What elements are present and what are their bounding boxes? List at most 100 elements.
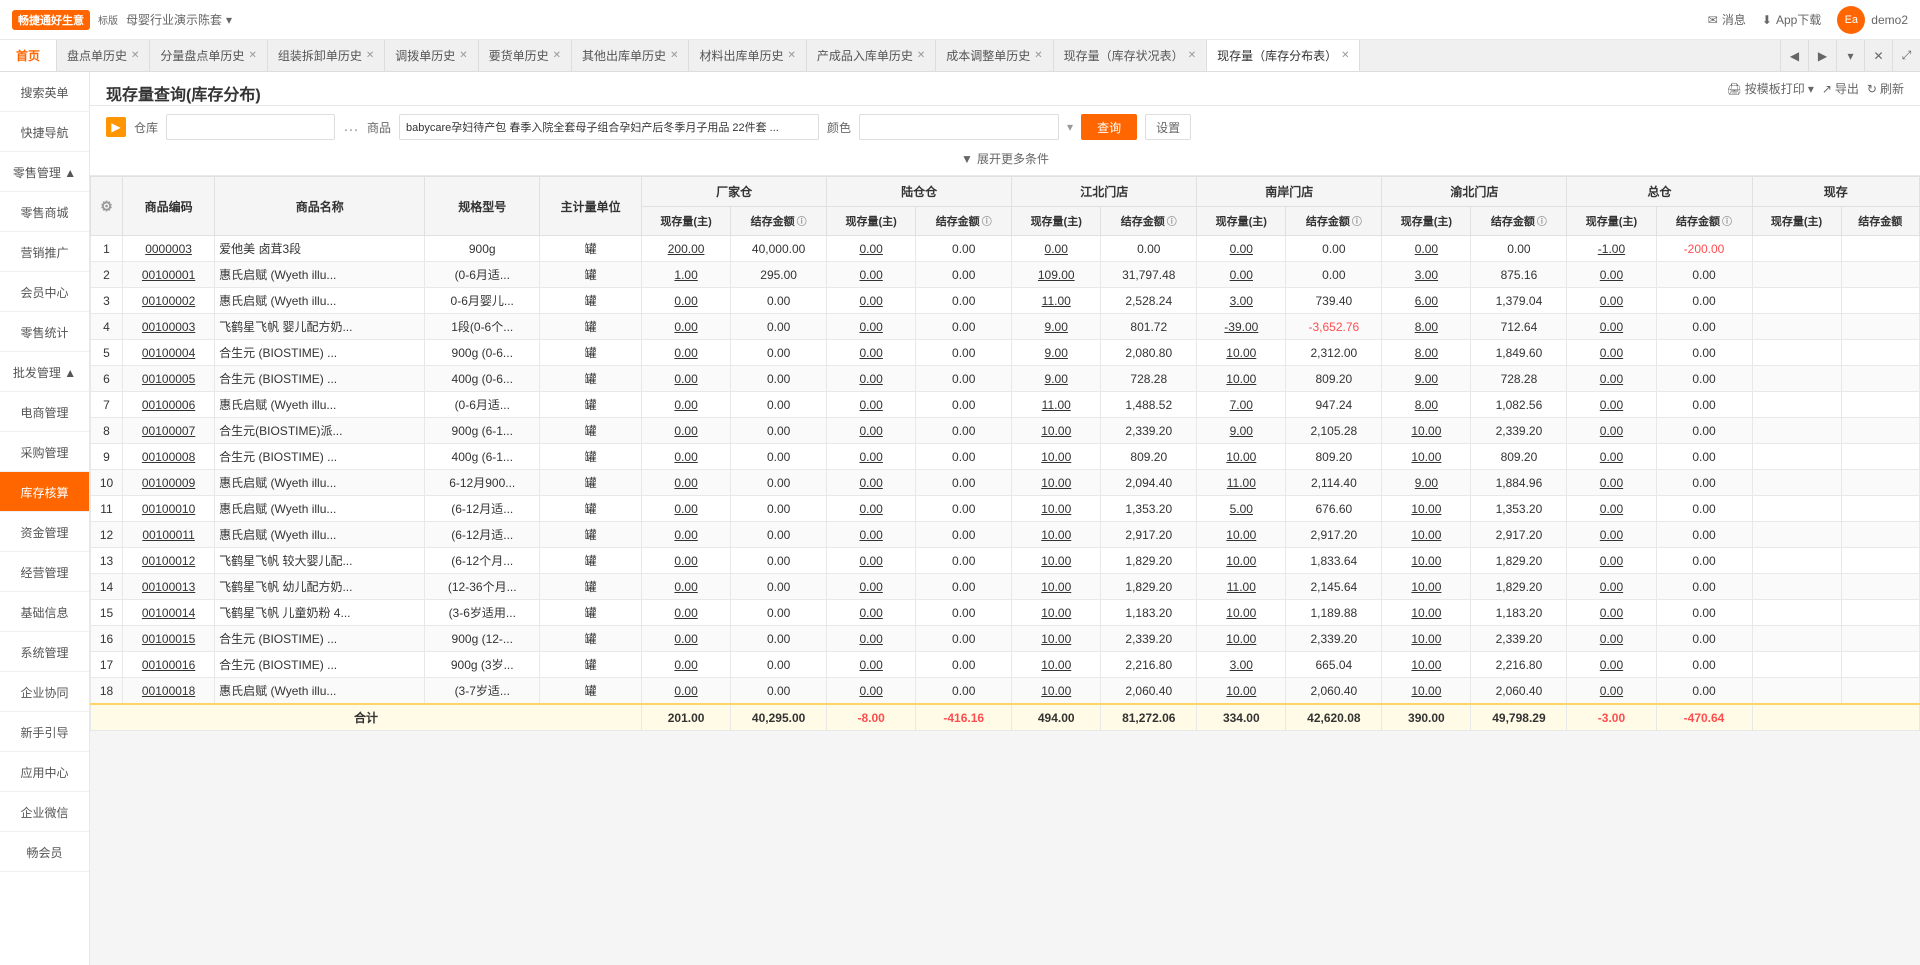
cell-code[interactable]: 00100011 [123, 522, 215, 548]
cell-total-qty[interactable]: 0.00 [1567, 288, 1656, 314]
cell-na-qty[interactable]: 10.00 [1197, 600, 1286, 626]
cell-code[interactable]: 00100008 [123, 444, 215, 470]
cell-land-qty[interactable]: 0.00 [827, 522, 916, 548]
cell-yb-qty[interactable]: 10.00 [1382, 678, 1471, 705]
filter-expand-button[interactable]: ▶ [106, 117, 126, 137]
cell-yb-qty[interactable]: 10.00 [1382, 548, 1471, 574]
cell-na-qty[interactable]: 0.00 [1197, 262, 1286, 288]
settings-button[interactable]: 设置 [1145, 114, 1191, 140]
cell-jb-qty[interactable]: 10.00 [1012, 470, 1101, 496]
tab-6[interactable]: 其他出库单历史 ✕ [572, 40, 689, 72]
cell-total-qty[interactable]: 0.00 [1567, 496, 1656, 522]
cell-yb-qty[interactable]: 10.00 [1382, 496, 1471, 522]
cell-land-qty[interactable]: 0.00 [827, 262, 916, 288]
cell-na-qty[interactable]: 10.00 [1197, 522, 1286, 548]
cell-total-qty[interactable]: 0.00 [1567, 392, 1656, 418]
cell-code[interactable]: 00100015 [123, 626, 215, 652]
sidebar-item-finance[interactable]: 资金管理 [0, 512, 89, 552]
cell-code[interactable]: 00100014 [123, 600, 215, 626]
tab-2[interactable]: 分量盘点单历史 ✕ [150, 40, 267, 72]
cell-jb-qty[interactable]: 10.00 [1012, 600, 1101, 626]
info-icon-4[interactable]: ⓘ [1352, 217, 1362, 228]
tab-prev-btn[interactable]: ◀ [1780, 40, 1808, 72]
cell-na-qty[interactable]: -39.00 [1197, 314, 1286, 340]
cell-total-qty[interactable]: 0.00 [1567, 418, 1656, 444]
cell-land-qty[interactable]: 0.00 [827, 548, 916, 574]
cell-fac-qty[interactable]: 0.00 [642, 288, 731, 314]
tab-8[interactable]: 产成品入库单历史 ✕ [807, 40, 936, 72]
tab-close-7[interactable]: ✕ [787, 50, 795, 61]
info-icon-5[interactable]: ⓘ [1537, 217, 1547, 228]
cell-total-qty[interactable]: 0.00 [1567, 678, 1656, 705]
cell-yb-qty[interactable]: 8.00 [1382, 314, 1471, 340]
sidebar-item-basic-info[interactable]: 基础信息 [0, 592, 89, 632]
cell-na-qty[interactable]: 10.00 [1197, 548, 1286, 574]
cell-fac-qty[interactable]: 0.00 [642, 626, 731, 652]
tab-close-1[interactable]: ✕ [131, 50, 139, 61]
cell-fac-qty[interactable]: 200.00 [642, 236, 731, 262]
cell-na-qty[interactable]: 9.00 [1197, 418, 1286, 444]
cell-yb-qty[interactable]: 10.00 [1382, 444, 1471, 470]
cell-fac-qty[interactable]: 0.00 [642, 366, 731, 392]
goods-input[interactable]: babycare孕妇待产包 春季入院全套母子组合孕妇产后冬季月子用品 22件套 … [399, 114, 819, 140]
cell-land-qty[interactable]: 0.00 [827, 418, 916, 444]
cell-jb-qty[interactable]: 10.00 [1012, 444, 1101, 470]
info-icon-1[interactable]: ⓘ [797, 217, 807, 228]
warehouse-dots[interactable]: … [343, 118, 359, 136]
cell-jb-qty[interactable]: 10.00 [1012, 626, 1101, 652]
print-button[interactable]: 🖨 按模板打印 ▾ [1727, 80, 1814, 97]
cell-na-qty[interactable]: 10.00 [1197, 678, 1286, 705]
tab-close-all-btn[interactable]: ✕ [1864, 40, 1892, 72]
tab-expand-btn[interactable]: ⤢ [1892, 40, 1920, 72]
sidebar-item-wholesale[interactable]: 批发管理 ▲ [0, 352, 89, 392]
cell-land-qty[interactable]: 0.00 [827, 600, 916, 626]
cell-total-qty[interactable]: 0.00 [1567, 652, 1656, 678]
cell-fac-qty[interactable]: 0.00 [642, 652, 731, 678]
app-download-btn[interactable]: ⬇ App下载 [1762, 11, 1821, 28]
cell-jb-qty[interactable]: 9.00 [1012, 366, 1101, 392]
cell-jb-qty[interactable]: 9.00 [1012, 340, 1101, 366]
tab-close-2[interactable]: ✕ [248, 50, 256, 61]
cell-yb-qty[interactable]: 10.00 [1382, 418, 1471, 444]
cell-jb-qty[interactable]: 10.00 [1012, 574, 1101, 600]
cell-land-qty[interactable]: 0.00 [827, 444, 916, 470]
cell-land-qty[interactable]: 0.00 [827, 470, 916, 496]
sidebar-item-collab[interactable]: 企业协同 [0, 672, 89, 712]
cell-yb-qty[interactable]: 8.00 [1382, 392, 1471, 418]
cell-total-qty[interactable]: 0.00 [1567, 600, 1656, 626]
cell-code[interactable]: 00100009 [123, 470, 215, 496]
cell-yb-qty[interactable]: 10.00 [1382, 522, 1471, 548]
tab-close-3[interactable]: ✕ [366, 50, 374, 61]
tab-next-btn[interactable]: ▶ [1808, 40, 1836, 72]
cell-total-qty[interactable]: 0.00 [1567, 548, 1656, 574]
cell-na-qty[interactable]: 10.00 [1197, 444, 1286, 470]
expand-more-btn[interactable]: ▼ 展开更多条件 [961, 150, 1049, 167]
cell-code[interactable]: 00100001 [123, 262, 215, 288]
cell-total-qty[interactable]: 0.00 [1567, 366, 1656, 392]
cell-land-qty[interactable]: 0.00 [827, 678, 916, 705]
cell-code[interactable]: 00100010 [123, 496, 215, 522]
warehouse-input[interactable] [166, 114, 335, 140]
cell-yb-qty[interactable]: 9.00 [1382, 366, 1471, 392]
cell-code[interactable]: 00100016 [123, 652, 215, 678]
cell-na-qty[interactable]: 0.00 [1197, 236, 1286, 262]
sidebar-item-ecommerce[interactable]: 电商管理 [0, 392, 89, 432]
sidebar-item-purchase[interactable]: 采购管理 [0, 432, 89, 472]
sidebar-item-quicknav[interactable]: 快捷导航 [0, 112, 89, 152]
tab-home[interactable]: 首页 [0, 40, 57, 72]
sidebar-item-system[interactable]: 系统管理 [0, 632, 89, 672]
cell-code[interactable]: 00100018 [123, 678, 215, 705]
cell-yb-qty[interactable]: 10.00 [1382, 626, 1471, 652]
cell-na-qty[interactable]: 11.00 [1197, 470, 1286, 496]
cell-jb-qty[interactable]: 11.00 [1012, 288, 1101, 314]
cell-total-qty[interactable]: 0.00 [1567, 574, 1656, 600]
tab-5[interactable]: 要货单历史 ✕ [479, 40, 572, 72]
message-btn[interactable]: ✉ 消息 [1708, 11, 1746, 28]
cell-land-qty[interactable]: 0.00 [827, 626, 916, 652]
tab-more-btn[interactable]: ▾ [1836, 40, 1864, 72]
cell-fac-qty[interactable]: 0.00 [642, 522, 731, 548]
table-container[interactable]: ⚙ 商品编码 商品名称 规格型号 主计量单位 厂家仓 陆仓仓 江北门店 南岸门店… [90, 176, 1920, 921]
cell-total-qty[interactable]: -1.00 [1567, 236, 1656, 262]
cell-fac-qty[interactable]: 0.00 [642, 548, 731, 574]
user-area[interactable]: Ea demo2 [1837, 6, 1908, 34]
